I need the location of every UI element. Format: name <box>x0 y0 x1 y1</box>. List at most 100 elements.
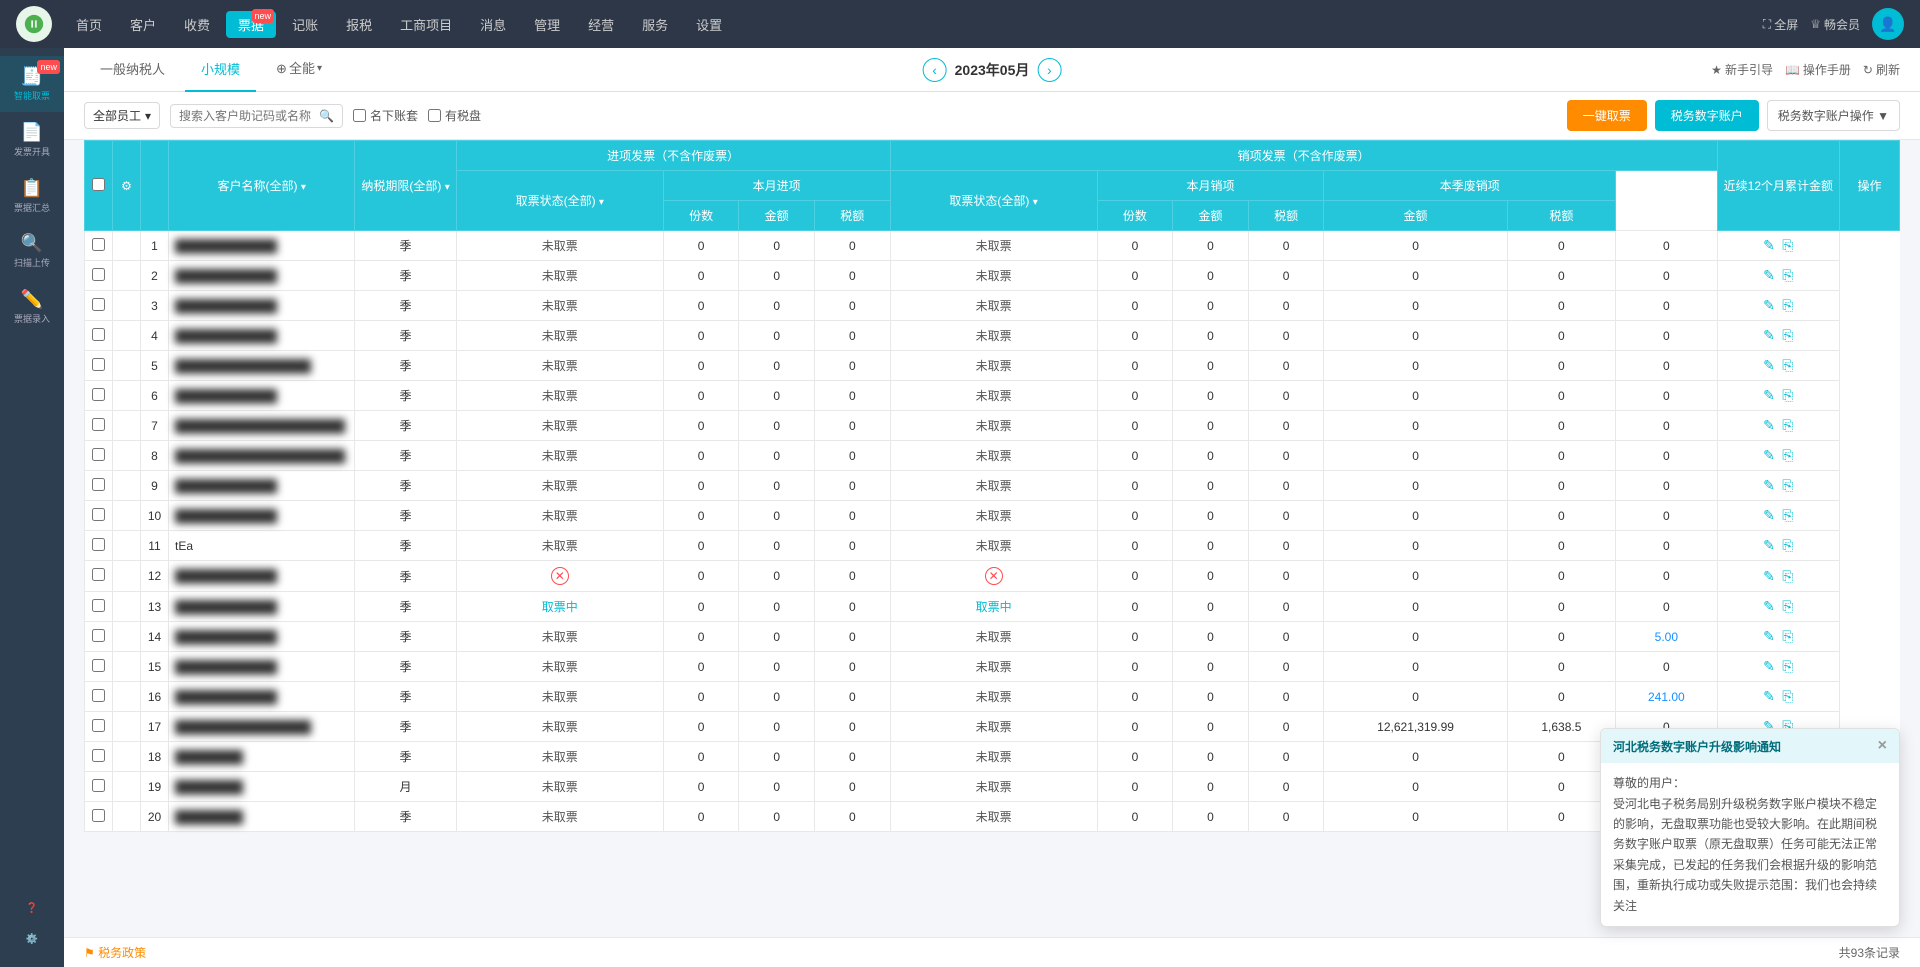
edit-action-icon[interactable]: ✎ <box>1763 447 1775 463</box>
nav-messages[interactable]: 消息 <box>468 11 518 38</box>
row-checkbox[interactable] <box>92 689 105 702</box>
row-checkbox[interactable] <box>92 659 105 672</box>
copy-action-icon[interactable]: ⎘ <box>1782 237 1793 253</box>
copy-action-icon[interactable]: ⎘ <box>1782 507 1793 523</box>
outcome-status-filter-icon[interactable]: ▾ <box>1033 197 1038 208</box>
user-avatar[interactable]: 👤 <box>1872 8 1904 40</box>
copy-action-icon[interactable]: ⎘ <box>1782 357 1793 373</box>
row-checkbox[interactable] <box>92 508 105 521</box>
row-checkbox[interactable] <box>92 809 105 822</box>
row-client-name[interactable]: ████████████ <box>169 561 355 592</box>
row-client-name[interactable]: ████████████ <box>169 682 355 712</box>
sidebar-item-open-invoice[interactable]: 📄 发票开具 <box>0 112 64 168</box>
nav-operations[interactable]: 经营 <box>576 11 626 38</box>
edit-action-icon[interactable]: ✎ <box>1763 537 1775 553</box>
client-search-input[interactable] <box>179 109 319 123</box>
copy-action-icon[interactable]: ⎘ <box>1782 568 1793 584</box>
edit-action-icon[interactable]: ✎ <box>1763 237 1775 253</box>
row-client-name[interactable]: ████████████ <box>169 261 355 291</box>
row-checkbox[interactable] <box>92 478 105 491</box>
row-checkbox[interactable] <box>92 358 105 371</box>
edit-action-icon[interactable]: ✎ <box>1763 387 1775 403</box>
tab-all[interactable]: ⊕ 全能 ▾ <box>260 48 338 92</box>
search-icon[interactable]: 🔍 <box>319 109 334 123</box>
nav-settings[interactable]: 设置 <box>684 11 734 38</box>
sidebar-help[interactable]: ❓ <box>0 893 64 924</box>
row-client-name[interactable]: ████████ <box>169 772 355 802</box>
copy-action-icon[interactable]: ⎘ <box>1782 387 1793 403</box>
refresh-button[interactable]: ↻ 刷新 <box>1863 61 1900 78</box>
edit-action-icon[interactable]: ✎ <box>1763 507 1775 523</box>
row-cumulative[interactable]: 241.00 <box>1616 682 1718 712</box>
fullscreen-button[interactable]: ⛶ 全屏 <box>1763 16 1798 33</box>
column-settings-icon[interactable]: ⚙ <box>121 179 132 193</box>
row-checkbox[interactable] <box>92 268 105 281</box>
row-client-name[interactable]: ████████████ <box>169 291 355 321</box>
account-checkbox[interactable] <box>353 109 366 122</box>
operation-manual-button[interactable]: 📖 操作手册 <box>1785 61 1851 78</box>
nav-home[interactable]: 首页 <box>64 11 114 38</box>
row-checkbox[interactable] <box>92 749 105 762</box>
nav-client[interactable]: 客户 <box>118 11 168 38</box>
sidebar-item-invoice-summary[interactable]: 📋 票据汇总 <box>0 168 64 224</box>
nav-business[interactable]: 工商项目 <box>388 11 464 38</box>
row-client-name[interactable]: ████████████ <box>169 471 355 501</box>
copy-action-icon[interactable]: ⎘ <box>1782 537 1793 553</box>
row-client-name[interactable]: ████████████ <box>169 231 355 261</box>
row-client-name[interactable]: ████████████ <box>169 381 355 411</box>
nav-service[interactable]: 服务 <box>630 11 680 38</box>
sidebar-settings[interactable]: ⚙️ <box>0 924 64 955</box>
nav-billing[interactable]: 收费 <box>172 11 222 38</box>
vip-button[interactable]: ♕ 畅会员 <box>1810 16 1860 33</box>
row-checkbox[interactable] <box>92 328 105 341</box>
row-cumulative[interactable]: 5.00 <box>1616 622 1718 652</box>
income-status-filter-icon[interactable]: ▾ <box>599 197 604 208</box>
edit-action-icon[interactable]: ✎ <box>1763 357 1775 373</box>
row-checkbox[interactable] <box>92 448 105 461</box>
row-checkbox[interactable] <box>92 538 105 551</box>
edit-action-icon[interactable]: ✎ <box>1763 267 1775 283</box>
row-checkbox[interactable] <box>92 298 105 311</box>
nav-tax[interactable]: 报税 <box>334 11 384 38</box>
copy-action-icon[interactable]: ⎘ <box>1782 417 1793 433</box>
row-checkbox[interactable] <box>92 599 105 612</box>
row-checkbox[interactable] <box>92 719 105 732</box>
copy-action-icon[interactable]: ⎘ <box>1782 598 1793 614</box>
copy-action-icon[interactable]: ⎘ <box>1782 327 1793 343</box>
tax-policy-link[interactable]: ⚑ 税务政策 <box>84 944 146 961</box>
new-guide-button[interactable]: ★ 新手引导 <box>1711 61 1773 78</box>
edit-action-icon[interactable]: ✎ <box>1763 417 1775 433</box>
edit-action-icon[interactable]: ✎ <box>1763 688 1775 704</box>
edit-action-icon[interactable]: ✎ <box>1763 297 1775 313</box>
employee-select[interactable]: 全部员工 ▾ <box>84 102 160 129</box>
row-client-name[interactable]: ████████████████ <box>169 712 355 742</box>
sidebar-item-scan-upload[interactable]: 🔍 扫描上传 <box>0 223 64 279</box>
copy-action-icon[interactable]: ⎘ <box>1782 688 1793 704</box>
row-checkbox[interactable] <box>92 779 105 792</box>
notification-close-button[interactable]: × <box>1878 737 1887 755</box>
edit-action-icon[interactable]: ✎ <box>1763 598 1775 614</box>
tax-digital-account-button[interactable]: 税务数字账户 <box>1655 100 1759 131</box>
nav-accounting[interactable]: 记账 <box>280 11 330 38</box>
row-client-name[interactable]: ████████████ <box>169 622 355 652</box>
row-client-name[interactable]: ████████ <box>169 802 355 832</box>
period-filter-icon[interactable]: ▾ <box>445 182 450 193</box>
prev-month-button[interactable]: ‹ <box>923 58 947 82</box>
edit-action-icon[interactable]: ✎ <box>1763 658 1775 674</box>
row-client-name[interactable]: ████████████ <box>169 652 355 682</box>
nav-management[interactable]: 管理 <box>522 11 572 38</box>
tax-device-checkbox[interactable] <box>428 109 441 122</box>
edit-action-icon[interactable]: ✎ <box>1763 568 1775 584</box>
tab-general-taxpayer[interactable]: 一般纳税人 <box>84 48 181 92</box>
sidebar-item-invoice-entry[interactable]: ✏️ 票据录入 <box>0 279 64 335</box>
copy-action-icon[interactable]: ⎘ <box>1782 477 1793 493</box>
tax-digital-account-action-button[interactable]: 税务数字账户操作 ▼ <box>1767 100 1900 131</box>
copy-action-icon[interactable]: ⎘ <box>1782 658 1793 674</box>
one-click-invoice-button[interactable]: 一键取票 <box>1567 100 1647 131</box>
row-client-name[interactable]: ████████████████████. <box>169 441 355 471</box>
row-checkbox[interactable] <box>92 629 105 642</box>
row-client-name[interactable]: ████████████ <box>169 501 355 531</box>
copy-action-icon[interactable]: ⎘ <box>1782 447 1793 463</box>
row-client-name[interactable]: ████████████████████ <box>169 411 355 441</box>
select-all-checkbox[interactable] <box>92 178 105 191</box>
